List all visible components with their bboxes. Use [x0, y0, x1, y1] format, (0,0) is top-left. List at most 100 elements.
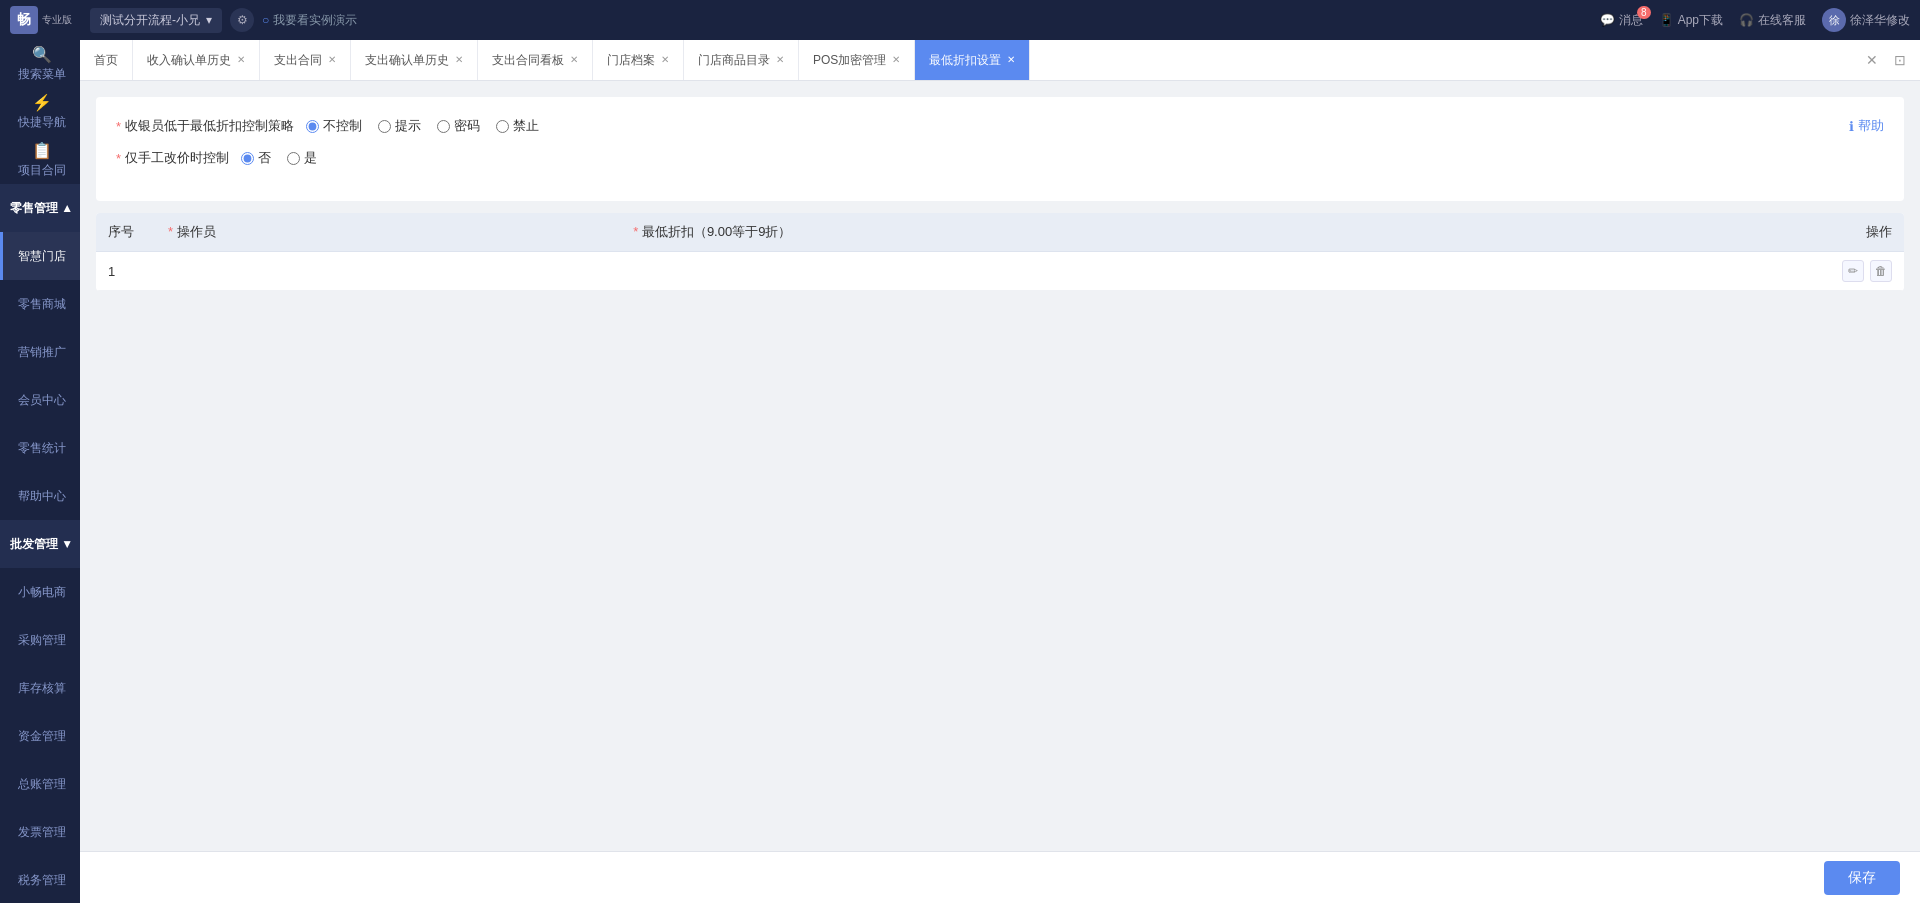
radio-prompt[interactable] — [378, 120, 391, 133]
option-label: 提示 — [395, 117, 421, 135]
tab-label: POS加密管理 — [813, 52, 886, 69]
sidebar-item-smart-store[interactable]: 智慧门店 — [0, 232, 80, 280]
sidebar-item-contract[interactable]: 📋 项目合同 — [0, 136, 80, 184]
sidebar-item-label: 智慧门店 — [18, 248, 66, 265]
tab-close-icon[interactable]: ✕ — [328, 55, 336, 65]
tab-store-products[interactable]: 门店商品目录 ✕ — [684, 40, 799, 80]
help-link[interactable]: ℹ 帮助 — [1849, 117, 1884, 135]
sidebar-item-wholesale[interactable]: 批发管理 ▼ — [0, 520, 80, 568]
option-forbid[interactable]: 禁止 — [496, 117, 539, 135]
message-button[interactable]: 💬 消息 8 — [1600, 12, 1643, 29]
project-selector[interactable]: 测试分开流程-小兄 ▾ — [90, 8, 222, 33]
tab-close-icon[interactable]: ✕ — [455, 55, 463, 65]
option-yes[interactable]: 是 — [287, 149, 317, 167]
table-header-row: 序号 * 操作员 * 最低折扣（9.00等于9折） 操作 — [96, 213, 1904, 252]
tab-close-icon[interactable]: ✕ — [1007, 55, 1015, 65]
discount-control-label: 收银员低于最低折扣控制策略 — [125, 117, 294, 135]
sidebar-item-search[interactable]: 🔍 搜索菜单 — [0, 40, 80, 88]
sidebar-item-help[interactable]: 帮助中心 — [0, 472, 80, 520]
sidebar-item-label: 发票管理 — [18, 824, 66, 841]
edit-icon: ✏ — [1848, 264, 1858, 278]
manual-price-label: 仅手工改价时控制 — [125, 149, 229, 167]
delete-button[interactable]: 🗑 — [1870, 260, 1892, 282]
sidebar-item-ecommerce[interactable]: 小畅电商 — [0, 568, 80, 616]
sidebar-item-label: 帮助中心 — [18, 488, 66, 505]
tab-close-icon[interactable]: ✕ — [661, 55, 669, 65]
tab-expense-board[interactable]: 支出合同看板 ✕ — [478, 40, 593, 80]
tab-close-icon[interactable]: ✕ — [892, 55, 900, 65]
sidebar-item-retail[interactable]: 零售管理 ▲ — [0, 184, 80, 232]
content-area: 首页 收入确认单历史 ✕ 支出合同 ✕ 支出确认单历史 ✕ 支出合同看板 ✕ 门… — [80, 40, 1920, 903]
tab-maximize-button[interactable]: ⊡ — [1890, 50, 1910, 70]
col-action-header: 操作 — [1804, 213, 1904, 252]
radio-no-control[interactable] — [306, 120, 319, 133]
help-label: 帮助 — [1858, 117, 1884, 135]
demo-link[interactable]: ○ 我要看实例演示 — [262, 12, 357, 29]
top-bar: 畅 专业版 测试分开流程-小兄 ▾ ⚙ ○ 我要看实例演示 💬 消息 8 📱 A… — [0, 0, 1920, 40]
tab-expense-confirm-history[interactable]: 支出确认单历史 ✕ — [351, 40, 478, 80]
required-star: * — [633, 224, 642, 239]
tab-label: 门店档案 — [607, 52, 655, 69]
option-prompt[interactable]: 提示 — [378, 117, 421, 135]
sidebar-item-inventory[interactable]: 库存核算 — [0, 664, 80, 712]
nav-icon: ⚡ — [32, 93, 52, 112]
sidebar-item-invoice[interactable]: 发票管理 — [0, 808, 80, 856]
tab-close-icon[interactable]: ✕ — [237, 55, 245, 65]
sidebar-item-label: 税务管理 — [18, 872, 66, 889]
tab-pos-password[interactable]: POS加密管理 ✕ — [799, 40, 915, 80]
sidebar-item-nav[interactable]: ⚡ 快捷导航 — [0, 88, 80, 136]
radio-yes[interactable] — [287, 152, 300, 165]
sidebar-item-marketing[interactable]: 营销推广 — [0, 328, 80, 376]
sidebar-item-tax[interactable]: 税务管理 — [0, 856, 80, 903]
radio-password[interactable] — [437, 120, 450, 133]
sidebar-item-finance[interactable]: 资金管理 — [0, 712, 80, 760]
sidebar-item-retail-mall[interactable]: 零售商城 — [0, 280, 80, 328]
message-badge: 8 — [1637, 6, 1651, 19]
top-bar-center: 测试分开流程-小兄 ▾ ⚙ ○ 我要看实例演示 — [90, 8, 1600, 33]
help-icon: ℹ — [1849, 119, 1854, 134]
sidebar-item-purchase[interactable]: 采购管理 — [0, 616, 80, 664]
col-operator-header: * 操作员 — [156, 213, 621, 252]
sidebar-item-ledger[interactable]: 总账管理 — [0, 760, 80, 808]
row-action-buttons: ✏ 🗑 — [1816, 260, 1892, 282]
tab-store-archive[interactable]: 门店档案 ✕ — [593, 40, 684, 80]
sidebar-item-label: 营销推广 — [18, 344, 66, 361]
tab-expense-contract[interactable]: 支出合同 ✕ — [260, 40, 351, 80]
manual-price-options: 否 是 — [241, 149, 317, 167]
search-icon: 🔍 — [32, 45, 52, 64]
option-password[interactable]: 密码 — [437, 117, 480, 135]
delete-icon: 🗑 — [1875, 264, 1887, 278]
discount-control-row: * 收银员低于最低折扣控制策略 不控制 提示 密码 — [116, 117, 1884, 135]
service-label: 在线客服 — [1758, 12, 1806, 29]
discount-table: 序号 * 操作员 * 最低折扣（9.00等于9折） 操作 1 — [96, 213, 1904, 291]
logo: 畅 专业版 — [10, 6, 90, 34]
tab-min-discount[interactable]: 最低折扣设置 ✕ — [915, 40, 1030, 80]
sidebar-item-retail-stat[interactable]: 零售统计 — [0, 424, 80, 472]
tab-label: 门店商品目录 — [698, 52, 770, 69]
settings-icon[interactable]: ⚙ — [230, 8, 254, 32]
option-no[interactable]: 否 — [241, 149, 271, 167]
required-star: * — [116, 151, 121, 166]
save-button[interactable]: 保存 — [1824, 861, 1900, 895]
radio-forbid[interactable] — [496, 120, 509, 133]
app-download-button[interactable]: 📱 App下载 — [1659, 12, 1723, 29]
sidebar-item-label: 项目合同 — [18, 162, 66, 179]
tab-close-icon[interactable]: ✕ — [570, 55, 578, 65]
required-star: * — [168, 224, 177, 239]
discount-control-options: 不控制 提示 密码 禁止 — [306, 117, 539, 135]
sidebar-item-member[interactable]: 会员中心 — [0, 376, 80, 424]
tab-close-all-button[interactable]: ✕ — [1862, 50, 1882, 70]
radio-no[interactable] — [241, 152, 254, 165]
user-button[interactable]: 徐 徐泽华修改 — [1822, 8, 1910, 32]
tab-income-history[interactable]: 收入确认单历史 ✕ — [133, 40, 260, 80]
tab-home[interactable]: 首页 — [80, 40, 133, 80]
edit-button[interactable]: ✏ — [1842, 260, 1864, 282]
tab-close-icon[interactable]: ✕ — [776, 55, 784, 65]
sidebar: 🔍 搜索菜单 ⚡ 快捷导航 📋 项目合同 零售管理 ▲ 智慧门店 零售商城 营销… — [0, 40, 80, 903]
option-no-control[interactable]: 不控制 — [306, 117, 362, 135]
online-service-button[interactable]: 🎧 在线客服 — [1739, 12, 1806, 29]
sidebar-item-label: 零售商城 — [18, 296, 66, 313]
sidebar-item-label: 会员中心 — [18, 392, 66, 409]
bottom-bar: 保存 — [80, 851, 1920, 903]
chevron-down-icon: ▾ — [206, 13, 212, 27]
